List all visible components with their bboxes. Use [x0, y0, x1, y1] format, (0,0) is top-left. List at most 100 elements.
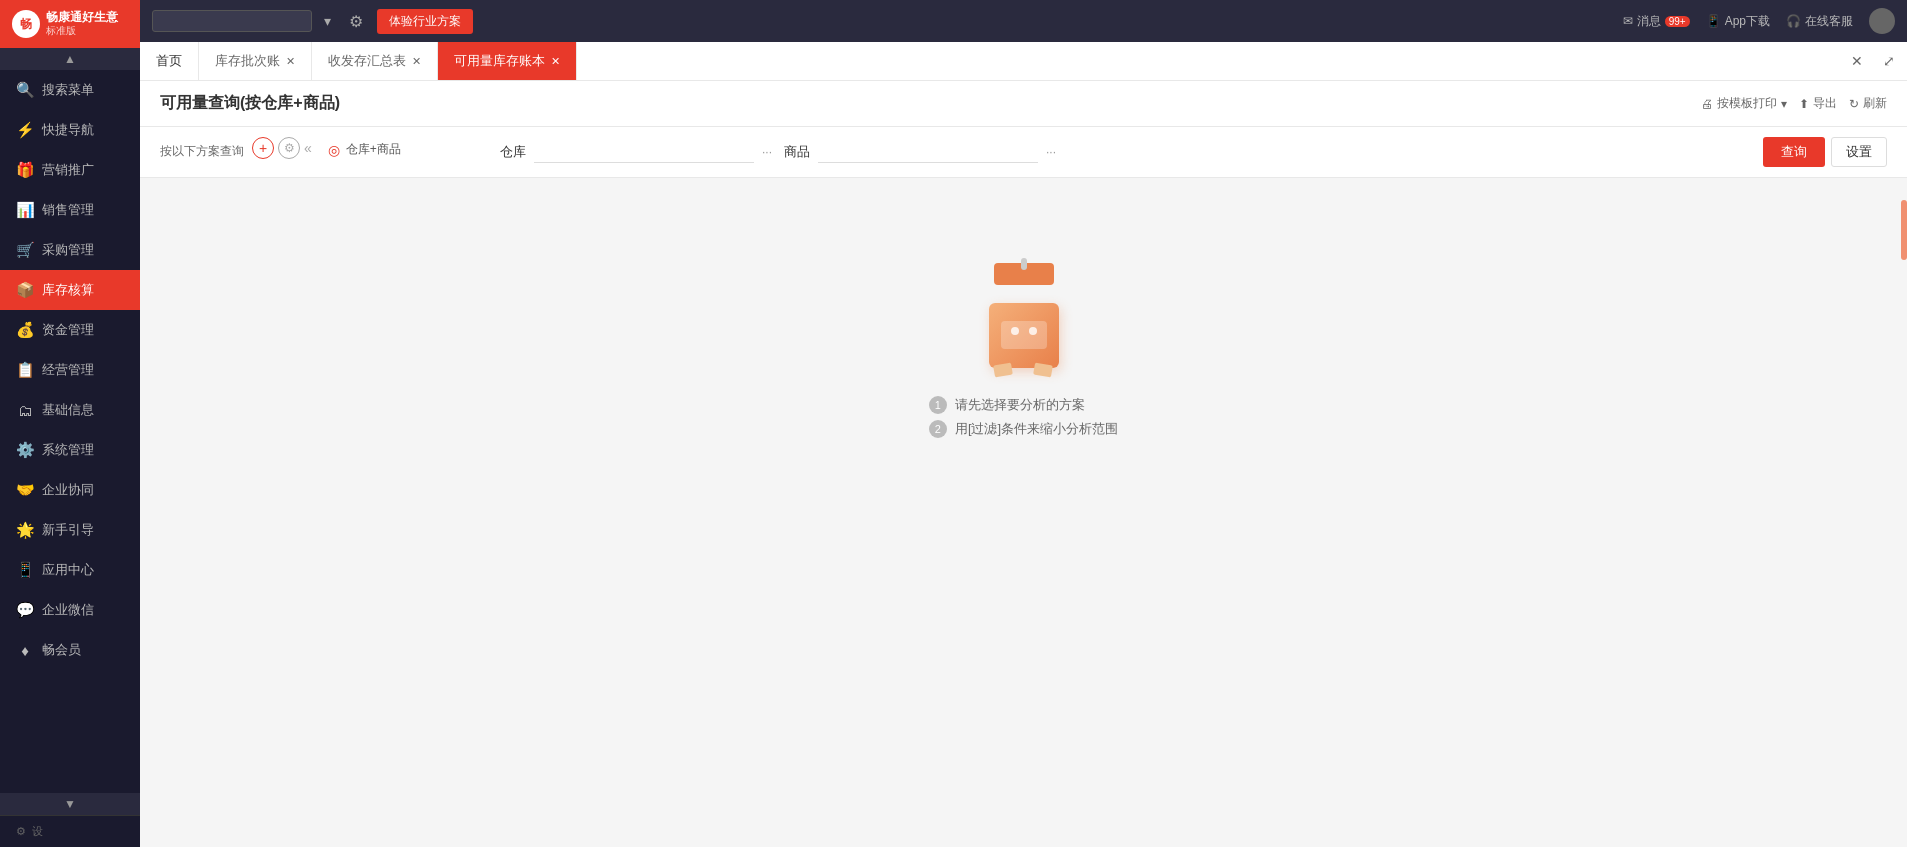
tab-available-ledger[interactable]: 可用量库存账本 ✕: [438, 42, 577, 80]
query-section: 按以下方案查询 + ⚙ « ◎ 仓库+商品 仓库 ···: [140, 127, 1907, 178]
sidebar-item-cooperation[interactable]: 🤝 企业协同: [0, 470, 140, 510]
search-input[interactable]: [152, 10, 312, 32]
empty-hint-2: 2 用[过滤]条件来缩小分析范围: [929, 420, 1118, 438]
inventory-icon: 📦: [16, 281, 34, 299]
filter-collapse-button[interactable]: «: [304, 140, 312, 156]
gift-icon: 🎁: [16, 161, 34, 179]
wechat-icon: 💬: [16, 601, 34, 619]
warehouse-field-group: 仓库 ···: [500, 142, 772, 163]
sidebar-logo: 畅: [12, 10, 40, 38]
sidebar-item-inventory[interactable]: 📦 库存核算: [0, 270, 140, 310]
sidebar-scroll-down[interactable]: ▼: [0, 793, 140, 815]
handshake-icon: 🤝: [16, 481, 34, 499]
sidebar-item-guide[interactable]: 🌟 新手引导: [0, 510, 140, 550]
left-panel: 按以下方案查询 + ⚙ « ◎ 仓库+商品: [160, 137, 500, 162]
sidebar-scroll-up[interactable]: ▲: [0, 48, 140, 70]
online-support-button[interactable]: 🎧 在线客服: [1786, 13, 1853, 30]
sidebar-item-wechat[interactable]: 💬 企业微信: [0, 590, 140, 630]
sidebar-title: 畅康通好生意: [46, 10, 118, 24]
right-scrollbar[interactable]: [1901, 200, 1907, 260]
sidebar-item-basic-info[interactable]: 🗂 基础信息: [0, 390, 140, 430]
filter-scheme-item[interactable]: ◎ 仓库+商品: [320, 137, 409, 162]
topbar: ▾ ⚙ 体验行业方案 ✉ 消息 99+ 📱 App下载 🎧 在线客服: [140, 0, 1907, 42]
export-icon: ⬆: [1799, 97, 1809, 111]
sidebar-item-sales[interactable]: 📊 销售管理: [0, 190, 140, 230]
folder-icon: 🗂: [16, 402, 34, 419]
topbar-right: ✉ 消息 99+ 📱 App下载 🎧 在线客服: [1623, 8, 1895, 34]
sidebar-item-system[interactable]: ⚙️ 系统管理: [0, 430, 140, 470]
search-icon: 🔍: [16, 81, 34, 99]
filter-add-button[interactable]: +: [252, 137, 274, 159]
settings-button[interactable]: 设置: [1831, 137, 1887, 167]
sidebar-item-finance[interactable]: 💰 资金管理: [0, 310, 140, 350]
sidebar-item-marketing[interactable]: 🎁 营销推广: [0, 150, 140, 190]
gear-icon: ⚙️: [16, 441, 34, 459]
cart-icon: 🛒: [16, 241, 34, 259]
goods-field-group: 商品 ···: [784, 142, 1056, 163]
sidebar-item-shortcut[interactable]: ⚡ 快捷导航: [0, 110, 140, 150]
experience-button[interactable]: 体验行业方案: [377, 9, 473, 34]
goods-more-button[interactable]: ···: [1046, 145, 1056, 159]
refresh-icon: ↻: [1849, 97, 1859, 111]
message-badge: 99+: [1665, 16, 1690, 27]
refresh-button[interactable]: ↻ 刷新: [1849, 95, 1887, 112]
sidebar-item-purchase[interactable]: 🛒 采购管理: [0, 230, 140, 270]
tab-close-receipt-summary[interactable]: ✕: [412, 55, 421, 68]
goods-input[interactable]: [818, 142, 1038, 163]
print-dropdown-icon: ▾: [1781, 97, 1787, 111]
star-icon: 🌟: [16, 521, 34, 539]
phone-icon: 📱: [1706, 14, 1721, 28]
hint-number-2: 2: [929, 420, 947, 438]
sidebar-footer: ⚙ 设: [0, 815, 140, 847]
shortcut-icon: ⚡: [16, 121, 34, 139]
warehouse-label: 仓库: [500, 143, 526, 161]
query-button[interactable]: 查询: [1763, 137, 1825, 167]
sidebar-item-member[interactable]: ♦ 畅会员: [0, 630, 140, 670]
tab-home[interactable]: 首页: [140, 42, 199, 80]
tab-expand-button[interactable]: ⤢: [1875, 47, 1903, 75]
sidebar-item-operations[interactable]: 📋 经营管理: [0, 350, 140, 390]
page-title: 可用量查询(按仓库+商品): [160, 93, 340, 114]
empty-state: 1 请先选择要分析的方案 2 用[过滤]条件来缩小分析范围: [140, 178, 1907, 518]
sidebar-nav: 🔍 搜索菜单 ⚡ 快捷导航 🎁 营销推广 📊 销售管理 🛒 采购管理 📦 库存核…: [0, 70, 140, 793]
warehouse-more-button[interactable]: ···: [762, 145, 772, 159]
empty-hint-1: 1 请先选择要分析的方案: [929, 396, 1118, 414]
search-dropdown-button[interactable]: ▾: [320, 11, 335, 31]
robot-antenna: [1021, 258, 1027, 270]
sidebar-item-search[interactable]: 🔍 搜索菜单: [0, 70, 140, 110]
diamond-icon: ♦: [16, 642, 34, 659]
money-icon: 💰: [16, 321, 34, 339]
message-icon: ✉: [1623, 14, 1633, 28]
sidebar-item-apps[interactable]: 📱 应用中心: [0, 550, 140, 590]
filter-label: 按以下方案查询: [160, 137, 244, 160]
print-icon: 🖨: [1701, 97, 1713, 111]
sidebar-header: 畅 畅康通好生意 标准版: [0, 0, 140, 48]
right-panel: 仓库 ··· 商品 ··· 查询 设置: [500, 137, 1887, 167]
page-actions: 🖨 按模板打印 ▾ ⬆ 导出 ↻ 刷新: [1701, 95, 1887, 112]
goods-label: 商品: [784, 143, 810, 161]
settings-footer-icon: ⚙: [16, 825, 26, 838]
tab-close-all-button[interactable]: ✕: [1843, 47, 1871, 75]
print-button[interactable]: 🖨 按模板打印 ▾: [1701, 95, 1787, 112]
warehouse-input[interactable]: [534, 142, 754, 163]
tab-close-available-ledger[interactable]: ✕: [551, 55, 560, 68]
tabs-right-controls: ✕ ⤢: [1843, 47, 1907, 75]
page-header: 可用量查询(按仓库+商品) 🖨 按模板打印 ▾ ⬆ 导出 ↻ 刷新: [140, 81, 1907, 127]
app-download-button[interactable]: 📱 App下载: [1706, 13, 1770, 30]
sidebar: 畅 畅康通好生意 标准版 ▲ 🔍 搜索菜单 ⚡ 快捷导航 🎁 营销推广 📊 销售…: [0, 0, 140, 847]
message-button[interactable]: ✉ 消息 99+: [1623, 13, 1690, 30]
app-icon: 📱: [16, 561, 34, 579]
headset-icon: 🎧: [1786, 14, 1801, 28]
right-actions: 查询 设置: [1763, 137, 1887, 167]
scheme-icon: ◎: [328, 142, 340, 158]
tab-receipt-summary[interactable]: 收发存汇总表 ✕: [312, 42, 438, 80]
tab-batch-ledger[interactable]: 库存批次账 ✕: [199, 42, 312, 80]
filter-settings-button[interactable]: ⚙: [278, 137, 300, 159]
empty-hints: 1 请先选择要分析的方案 2 用[过滤]条件来缩小分析范围: [929, 396, 1118, 438]
report-icon: 📋: [16, 361, 34, 379]
robot-body: [989, 303, 1059, 368]
topbar-gear-button[interactable]: ⚙: [343, 10, 369, 33]
export-button[interactable]: ⬆ 导出: [1799, 95, 1837, 112]
tab-close-batch-ledger[interactable]: ✕: [286, 55, 295, 68]
user-avatar[interactable]: [1869, 8, 1895, 34]
